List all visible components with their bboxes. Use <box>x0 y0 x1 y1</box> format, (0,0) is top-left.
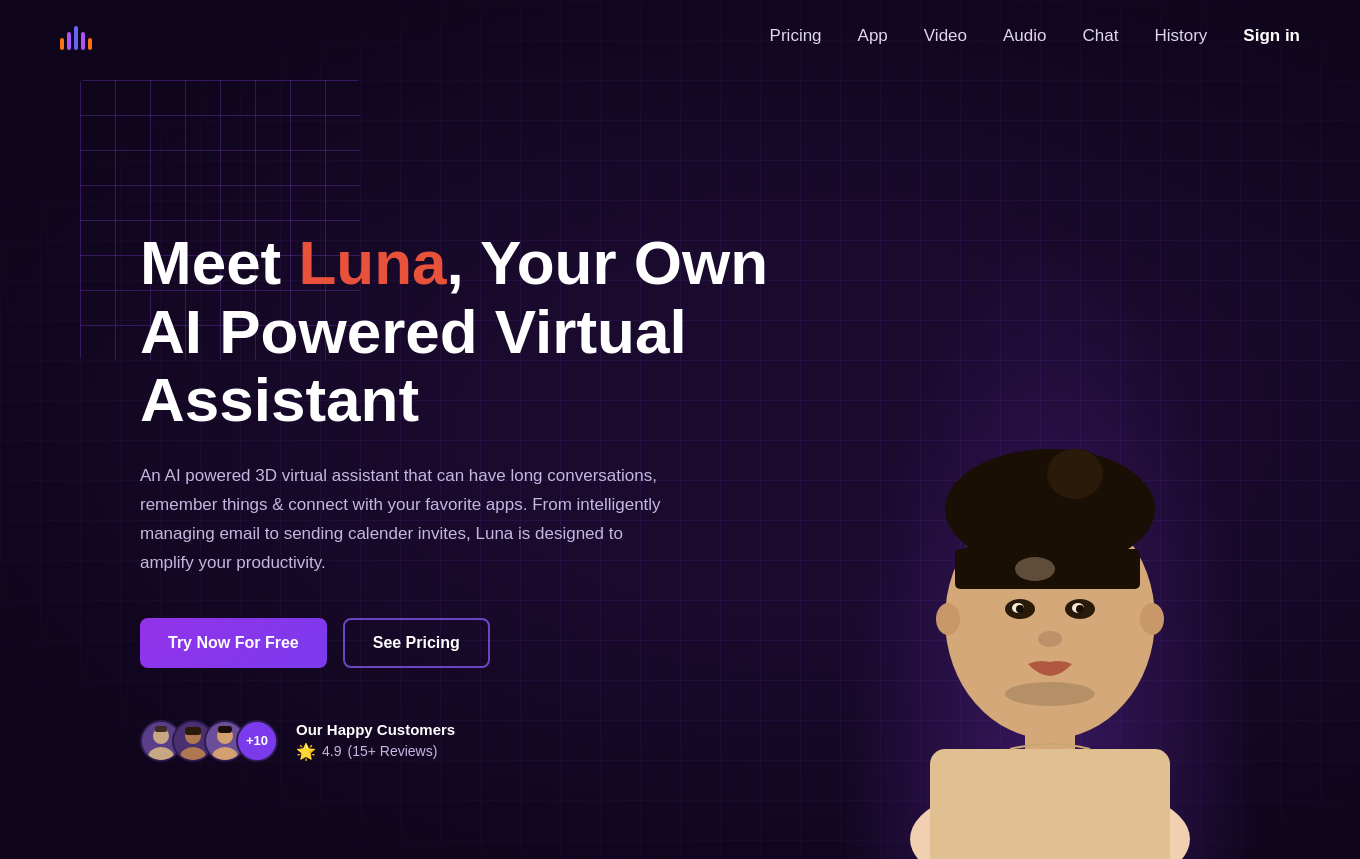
nav-item-history[interactable]: History <box>1154 26 1207 46</box>
nav-link-signin[interactable]: Sign in <box>1243 26 1300 45</box>
nav-link-history[interactable]: History <box>1154 26 1207 45</box>
hero-description: An AI powered 3D virtual assistant that … <box>140 462 680 578</box>
star-icon: 🌟 <box>296 742 316 761</box>
see-pricing-button[interactable]: See Pricing <box>343 618 490 668</box>
svg-point-16 <box>1047 449 1103 499</box>
svg-point-25 <box>936 603 960 635</box>
review-count: (15+ Reviews) <box>347 743 437 759</box>
nav-item-pricing[interactable]: Pricing <box>770 26 822 46</box>
customer-avatars: +10 <box>140 720 278 762</box>
nav-item-video[interactable]: Video <box>924 26 967 46</box>
nav-link-video[interactable]: Video <box>924 26 967 45</box>
rating-value: 4.9 <box>322 743 341 759</box>
hero-buttons: Try Now For Free See Pricing <box>140 618 800 668</box>
logo-icon <box>60 22 92 50</box>
svg-point-1 <box>148 747 174 760</box>
hero-title: Meet Luna, Your Own AI Powered Virtual A… <box>140 229 800 434</box>
nav-link-pricing[interactable]: Pricing <box>770 26 822 45</box>
svg-point-7 <box>212 747 238 760</box>
customer-info: Our Happy Customers 🌟 4.9 (15+ Reviews) <box>296 721 455 761</box>
nav-link-audio[interactable]: Audio <box>1003 26 1046 45</box>
svg-rect-27 <box>930 749 1170 859</box>
nav-item-signin[interactable]: Sign in <box>1243 26 1300 46</box>
logo[interactable] <box>60 22 92 50</box>
avatar-more: +10 <box>236 720 278 762</box>
hero-content: Meet Luna, Your Own AI Powered Virtual A… <box>140 229 800 761</box>
svg-point-28 <box>1005 682 1095 706</box>
svg-point-23 <box>1076 605 1084 613</box>
svg-point-24 <box>1038 631 1062 647</box>
customer-label: Our Happy Customers <box>296 721 455 738</box>
svg-point-26 <box>1140 603 1164 635</box>
nav-item-chat[interactable]: Chat <box>1083 26 1119 46</box>
nav-item-audio[interactable]: Audio <box>1003 26 1046 46</box>
hero-title-before: Meet <box>140 228 298 297</box>
hero-avatar-area <box>800 132 1300 859</box>
svg-rect-8 <box>218 726 232 733</box>
svg-rect-2 <box>155 726 167 732</box>
avatar-figure <box>880 279 1220 859</box>
nav-item-app[interactable]: App <box>858 26 888 46</box>
navbar: Pricing App Video Audio Chat History Sig… <box>0 0 1360 72</box>
customers-section: +10 Our Happy Customers 🌟 4.9 (15+ Revie… <box>140 720 800 762</box>
hero-section: Meet Luna, Your Own AI Powered Virtual A… <box>0 72 1360 859</box>
svg-point-4 <box>180 747 206 760</box>
nav-link-app[interactable]: App <box>858 26 888 45</box>
svg-point-29 <box>1015 557 1055 581</box>
hero-title-brand: Luna <box>298 228 446 297</box>
svg-rect-5 <box>185 727 201 735</box>
svg-point-22 <box>1016 605 1024 613</box>
nav-link-chat[interactable]: Chat <box>1083 26 1119 45</box>
nav-links: Pricing App Video Audio Chat History Sig… <box>770 26 1300 46</box>
customer-rating: 🌟 4.9 (15+ Reviews) <box>296 742 455 761</box>
try-now-button[interactable]: Try Now For Free <box>140 618 327 668</box>
